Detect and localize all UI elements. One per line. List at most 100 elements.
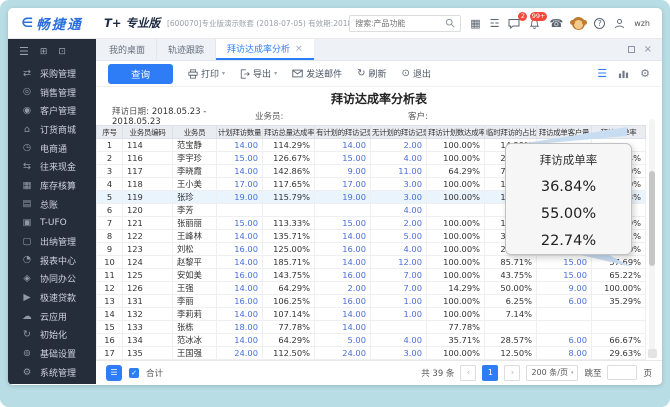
drill-down-link[interactable]: 14.00 [216, 333, 263, 347]
drill-down-link[interactable]: 14.00 [314, 307, 371, 321]
vertical-scrollbar[interactable] [649, 119, 655, 351]
calculator-icon[interactable]: ▦ [470, 18, 480, 29]
drill-down-link[interactable]: 14.00 [216, 164, 263, 178]
task-list-icon[interactable]: ☲ [490, 18, 500, 29]
drill-down-link[interactable]: 8.00 [536, 346, 592, 360]
drill-down-link[interactable]: 24.00 [314, 346, 371, 360]
drill-down-link[interactable]: 2.00 [370, 138, 427, 152]
drill-down-link[interactable]: 4.00 [370, 203, 427, 217]
drill-down-link[interactable]: 15.00 [216, 151, 263, 165]
drill-down-link[interactable]: 2.00 [370, 216, 427, 230]
sidebar-item-6[interactable]: ⇆ 往来现金 [8, 157, 96, 176]
print-button[interactable]: 打印 ▾ [188, 67, 225, 80]
drill-down-link[interactable]: 11.00 [370, 164, 427, 178]
refresh-button[interactable]: ↻ 刷新 [357, 67, 386, 80]
list-view-icon[interactable]: ☰ [597, 68, 607, 79]
drill-down-link[interactable]: 16.00 [314, 268, 371, 282]
drill-down-link[interactable]: 3.00 [536, 359, 592, 360]
export-button[interactable]: 导出 ▾ [240, 67, 277, 80]
drill-down-link[interactable]: 14.00 [216, 255, 263, 269]
drill-down-link[interactable]: 16.00 [314, 294, 371, 308]
summary-checkbox[interactable]: ✓ [129, 367, 139, 378]
drill-down-link[interactable]: 16.00 [314, 242, 371, 256]
drill-down-link[interactable]: 14.00 [314, 229, 371, 243]
drill-down-link[interactable]: 19.00 [216, 190, 263, 204]
username-label[interactable]: wzh [634, 19, 650, 28]
drill-down-link[interactable]: 1.00 [370, 294, 427, 308]
scrollbar-thumb[interactable] [649, 171, 655, 266]
sidebar-item-11[interactable]: ◔ 报表中心 [8, 251, 96, 270]
table-row[interactable]: 11 125 安如美 16.00 143.75% 16.00 7.00 100.00% 43.7… [96, 268, 646, 282]
table-row[interactable]: 12 126 王强 14.00 64.29% 2.00 7.00 14.29% 50.00% 9.… [96, 281, 646, 295]
drill-down-link[interactable]: 7.00 [370, 268, 427, 282]
current-page-button[interactable]: 1 [482, 364, 499, 381]
drill-down-link[interactable]: 7.00 [370, 281, 427, 295]
sidebar-item-9[interactable]: ▣ T-UFO [8, 214, 96, 233]
sidebar-item-15[interactable]: ↻ 初始化 [8, 326, 96, 345]
drill-down-link[interactable]: 14.00 [216, 138, 263, 152]
drill-down-link[interactable]: 3.00 [370, 190, 427, 204]
sidebar-item-14[interactable]: ☁ 云应用 [8, 307, 96, 326]
message-icon[interactable]: 2 [508, 11, 528, 29]
tab-3[interactable]: 拜访达成率分析 × [216, 39, 314, 60]
close-icon[interactable]: × [644, 44, 652, 55]
sidebar-item-3[interactable]: ◉ 客户管理 [8, 101, 96, 120]
drill-down-link[interactable]: 24.00 [216, 346, 263, 360]
drill-down-link[interactable]: 6.00 [536, 333, 592, 347]
tab-close-icon[interactable]: × [295, 44, 303, 54]
table-row[interactable]: 18136王晶晶13.00115.38%13.002.00100.00%15.3… [96, 359, 646, 360]
notification-bell-icon[interactable]: 99+ [529, 11, 548, 29]
maximize-icon[interactable] [627, 46, 635, 53]
sidebar-item-4[interactable]: ⌂ 订货商城 [8, 120, 96, 139]
drill-down-link[interactable]: 3.00 [370, 177, 427, 191]
table-row[interactable]: 14 132 李莉莉 14.00 107.14% 14.00 1.00 100.00% 7.14… [96, 307, 646, 321]
settings-gear-icon[interactable]: ⚙ [640, 68, 650, 79]
sidebar-item-13[interactable]: ▶ 极速贷款 [8, 288, 96, 307]
prev-page-button[interactable]: ‹ [460, 364, 477, 381]
sidebar-item-1[interactable]: ⇄ 采购管理 [8, 64, 96, 83]
drill-down-link[interactable]: 14.00 [216, 229, 263, 243]
next-page-button[interactable]: › [504, 364, 521, 381]
drill-down-link[interactable]: 13.00 [314, 359, 371, 360]
search-icon[interactable] [445, 18, 455, 28]
search-input[interactable] [355, 18, 443, 28]
drill-down-link[interactable]: 16.00 [216, 268, 263, 282]
drill-down-link[interactable]: 15.00 [314, 151, 371, 165]
jump-page-input[interactable] [607, 365, 638, 380]
drill-down-link[interactable]: 6.00 [536, 294, 592, 308]
sidebar-item-5[interactable]: ◷ 电商通 [8, 139, 96, 158]
sidebar-item-17[interactable]: ⚙ 系统管理 [8, 363, 96, 382]
user-icon[interactable] [614, 18, 625, 29]
drill-down-link[interactable]: 15.00 [536, 255, 592, 269]
drill-down-link[interactable]: 5.00 [370, 229, 427, 243]
drill-down-link[interactable]: 17.00 [314, 177, 371, 191]
drill-down-link[interactable]: 19.00 [314, 190, 371, 204]
sidebar-item-8[interactable]: ▤ 总账 [8, 195, 96, 214]
grid-options-button[interactable]: ☰ [106, 364, 122, 381]
exit-button[interactable]: ⊙ 退出 [402, 67, 431, 80]
sidebar-item-12[interactable]: ◈ 协同办公 [8, 270, 96, 289]
send-mail-button[interactable]: 发送邮件 [292, 67, 342, 80]
drill-down-link[interactable]: 15.00 [536, 268, 592, 282]
sidebar-item-2[interactable]: ◎ 销售管理 [8, 83, 96, 102]
drill-down-link[interactable]: 2.00 [314, 281, 371, 295]
drill-down-link[interactable]: 4.00 [370, 242, 427, 256]
search-box[interactable] [349, 14, 462, 32]
drill-down-link[interactable]: 4.00 [370, 151, 427, 165]
drill-down-link[interactable]: 17.00 [216, 177, 263, 191]
drill-down-link[interactable]: 3.00 [370, 346, 427, 360]
page-size-select[interactable]: 200 条/页 ▾ [526, 364, 579, 381]
sidebar-item-10[interactable]: ▢ 出纳管理 [8, 232, 96, 251]
drill-down-link[interactable]: 1.00 [370, 307, 427, 321]
drill-down-link[interactable]: 14.00 [216, 307, 263, 321]
drill-down-link[interactable]: 16.00 [216, 294, 263, 308]
sidebar-new-window-icon[interactable]: ⊡ [58, 47, 66, 57]
tab-2[interactable]: 轨迹跟踪 [157, 39, 217, 60]
query-button[interactable]: 查询 [108, 63, 174, 84]
drill-down-link[interactable]: 9.00 [536, 281, 592, 295]
drill-down-link[interactable]: 18.00 [216, 320, 263, 334]
drill-down-link[interactable]: 15.00 [314, 216, 371, 230]
drill-down-link[interactable]: 13.00 [216, 359, 263, 360]
drill-down-link[interactable]: 12.00 [370, 255, 427, 269]
drill-down-link[interactable]: 16.00 [216, 242, 263, 256]
